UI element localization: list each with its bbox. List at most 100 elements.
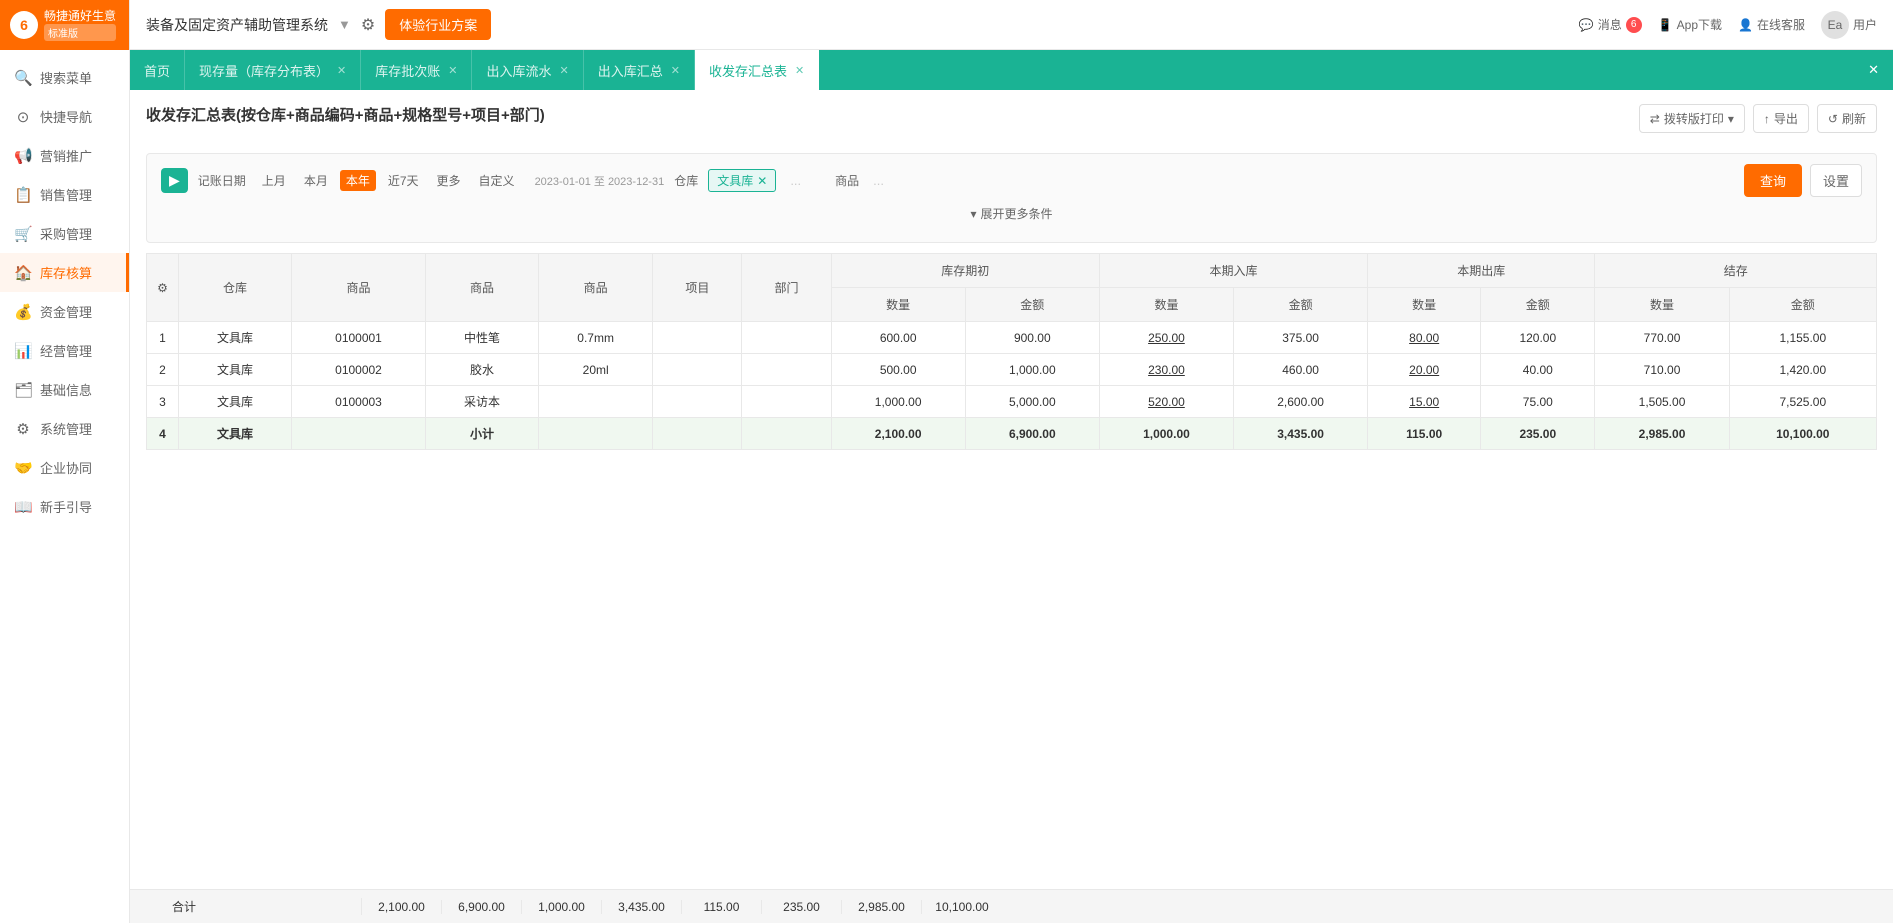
app-download-action[interactable]: 📱 App下载 [1658, 16, 1722, 33]
row-spec [539, 418, 653, 450]
sidebar-item-inventory[interactable]: 🏠 库存核算 [0, 253, 129, 292]
tab-close-icon[interactable]: ✕ [671, 64, 680, 77]
row-spec: 0.7mm [539, 322, 653, 354]
sidebar-item-purchase[interactable]: 🛒 采购管理 [0, 214, 129, 253]
col-settings-header[interactable]: ⚙ [147, 254, 179, 322]
sidebar-item-finance[interactable]: 💰 资金管理 [0, 292, 129, 331]
row-out-amt: 75.00 [1481, 386, 1595, 418]
row-in-amt: 460.00 [1234, 354, 1368, 386]
message-action[interactable]: 💬 消息 6 [1579, 16, 1642, 33]
switch-print-button[interactable]: ⇄ 拨转版打印 ▾ [1639, 104, 1745, 133]
row-code: 0100001 [291, 322, 425, 354]
tab-home[interactable]: 首页 [130, 50, 185, 90]
date-prev-month-btn[interactable]: 上月 [256, 170, 292, 191]
user-label: 用户 [1853, 16, 1877, 33]
switch-icon: ⇄ [1650, 112, 1660, 126]
row-close-amt: 10,100.00 [1729, 418, 1876, 450]
filter-toggle-button[interactable]: ▶ [161, 168, 188, 193]
sidebar-item-label: 资金管理 [40, 302, 92, 321]
basic-icon: 🗂 [14, 381, 32, 399]
message-label: 消息 [1598, 16, 1622, 33]
sidebar-item-operations[interactable]: 📊 经营管理 [0, 331, 129, 370]
tab-close-icon[interactable]: ✕ [337, 64, 346, 77]
tab-inventory-dist[interactable]: 现存量（库存分布表） ✕ [185, 50, 361, 90]
logo-title: 畅捷通好生意 [44, 9, 116, 25]
export-button[interactable]: ↑ 导出 [1753, 104, 1809, 133]
tab-label: 现存量（库存分布表） [199, 61, 329, 80]
tab-bar: 首页 现存量（库存分布表） ✕ 库存批次账 ✕ 出入库流水 ✕ 出入库汇总 ✕ … [130, 50, 1893, 90]
table-row: 4文具库小计2,100.006,900.001,000.003,435.0011… [147, 418, 1877, 450]
row-in-qty[interactable]: 520.00 [1099, 386, 1233, 418]
message-badge: 6 [1626, 17, 1642, 33]
tab-summary[interactable]: 出入库汇总 ✕ [584, 50, 695, 90]
table-row: 3文具库0100003采访本1,000.005,000.00520.002,60… [147, 386, 1877, 418]
col-name-header: 商品 [426, 254, 539, 322]
date-more-btn[interactable]: 更多 [431, 170, 467, 191]
date-7days-btn[interactable]: 近7天 [382, 170, 425, 191]
export-label: 导出 [1774, 110, 1798, 127]
tab-bar-close-icon[interactable]: ✕ [1854, 50, 1893, 90]
try-button[interactable]: 体验行业方案 [385, 9, 491, 40]
date-this-month-btn[interactable]: 本月 [298, 170, 334, 191]
warehouse-more-btn[interactable]: ... [786, 173, 805, 188]
row-out-qty[interactable]: 80.00 [1368, 322, 1481, 354]
refresh-button[interactable]: ↺ 刷新 [1817, 104, 1877, 133]
sidebar-item-label: 新手引导 [40, 497, 92, 516]
row-open-qty: 2,100.00 [831, 418, 965, 450]
sidebar-item-cooperation[interactable]: 🤝 企业协同 [0, 448, 129, 487]
expand-conditions-button[interactable]: ▾ 展开更多条件 [970, 205, 1052, 222]
tab-receive-send[interactable]: 收发存汇总表 ✕ [695, 50, 819, 90]
footer-total: 合计 2,100.00 6,900.00 1,000.00 3,435.00 1… [130, 889, 1893, 923]
footer-out-amt: 235.00 [762, 900, 842, 914]
tab-close-icon[interactable]: ✕ [795, 64, 804, 77]
col-closing-header: 结存 [1595, 254, 1877, 288]
row-name: 中性笔 [426, 322, 539, 354]
sales-icon: 📋 [14, 186, 32, 204]
gear-icon[interactable]: ⚙ [361, 15, 375, 35]
date-this-year-btn[interactable]: 本年 [340, 170, 376, 191]
warehouse-tag-close-icon[interactable]: ✕ [757, 174, 767, 188]
tab-batch[interactable]: 库存批次账 ✕ [361, 50, 472, 90]
col-in-header: 本期入库 [1099, 254, 1367, 288]
sidebar-item-basic[interactable]: 🗂 基础信息 [0, 370, 129, 409]
row-spec: 20ml [539, 354, 653, 386]
footer-in-amt: 3,435.00 [602, 900, 682, 914]
row-in-qty[interactable]: 230.00 [1099, 354, 1233, 386]
col-project-header: 项目 [653, 254, 742, 322]
tab-flow[interactable]: 出入库流水 ✕ [472, 50, 583, 90]
col-opening-header: 库存期初 [831, 254, 1099, 288]
sidebar-item-sales[interactable]: 📋 销售管理 [0, 175, 129, 214]
date-custom-btn[interactable]: 自定义 [473, 170, 521, 191]
sidebar-item-label: 基础信息 [40, 380, 92, 399]
query-button[interactable]: 查询 [1744, 164, 1802, 197]
row-out-qty[interactable]: 20.00 [1368, 354, 1481, 386]
row-in-qty: 1,000.00 [1099, 418, 1233, 450]
table-row: 1文具库0100001中性笔0.7mm600.00900.00250.00375… [147, 322, 1877, 354]
sidebar-item-quicknav[interactable]: ⊙ 快捷导航 [0, 97, 129, 136]
row-code [291, 418, 425, 450]
goods-more-btn[interactable]: ... [869, 173, 888, 188]
row-open-amt: 1,000.00 [965, 354, 1099, 386]
row-no: 4 [147, 418, 179, 450]
date-filter-label: 记账日期 [198, 172, 246, 189]
row-in-qty[interactable]: 250.00 [1099, 322, 1233, 354]
row-out-qty[interactable]: 15.00 [1368, 386, 1481, 418]
tab-close-icon[interactable]: ✕ [560, 64, 569, 77]
sidebar-item-system[interactable]: ⚙ 系统管理 [0, 409, 129, 448]
user-action[interactable]: Ea 用户 [1821, 11, 1877, 39]
tab-close-icon[interactable]: ✕ [448, 64, 457, 77]
sidebar-item-label: 库存核算 [40, 263, 92, 282]
online-support-label: 在线客服 [1757, 16, 1805, 33]
data-table-wrapper: ⚙ 仓库 商品 商品 商品 项目 部门 库存期初 本期入库 本期出库 结存 数量 [146, 253, 1877, 450]
settings-button[interactable]: 设置 [1810, 164, 1862, 197]
sidebar-item-guide[interactable]: 📖 新手引导 [0, 487, 129, 526]
dropdown-arrow-icon: ▼ [338, 17, 351, 32]
sidebar-item-marketing[interactable]: 📢 营销推广 [0, 136, 129, 175]
online-support-action[interactable]: 👤 在线客服 [1738, 16, 1805, 33]
sidebar-item-search[interactable]: 🔍 搜索菜单 [0, 58, 129, 97]
row-out-amt: 235.00 [1481, 418, 1595, 450]
warehouse-tag-text: 文具库 [717, 172, 753, 189]
warehouse-filter-label: 仓库 [674, 172, 698, 189]
tab-label: 库存批次账 [375, 61, 440, 80]
col-open-amt-header: 金额 [965, 288, 1099, 322]
